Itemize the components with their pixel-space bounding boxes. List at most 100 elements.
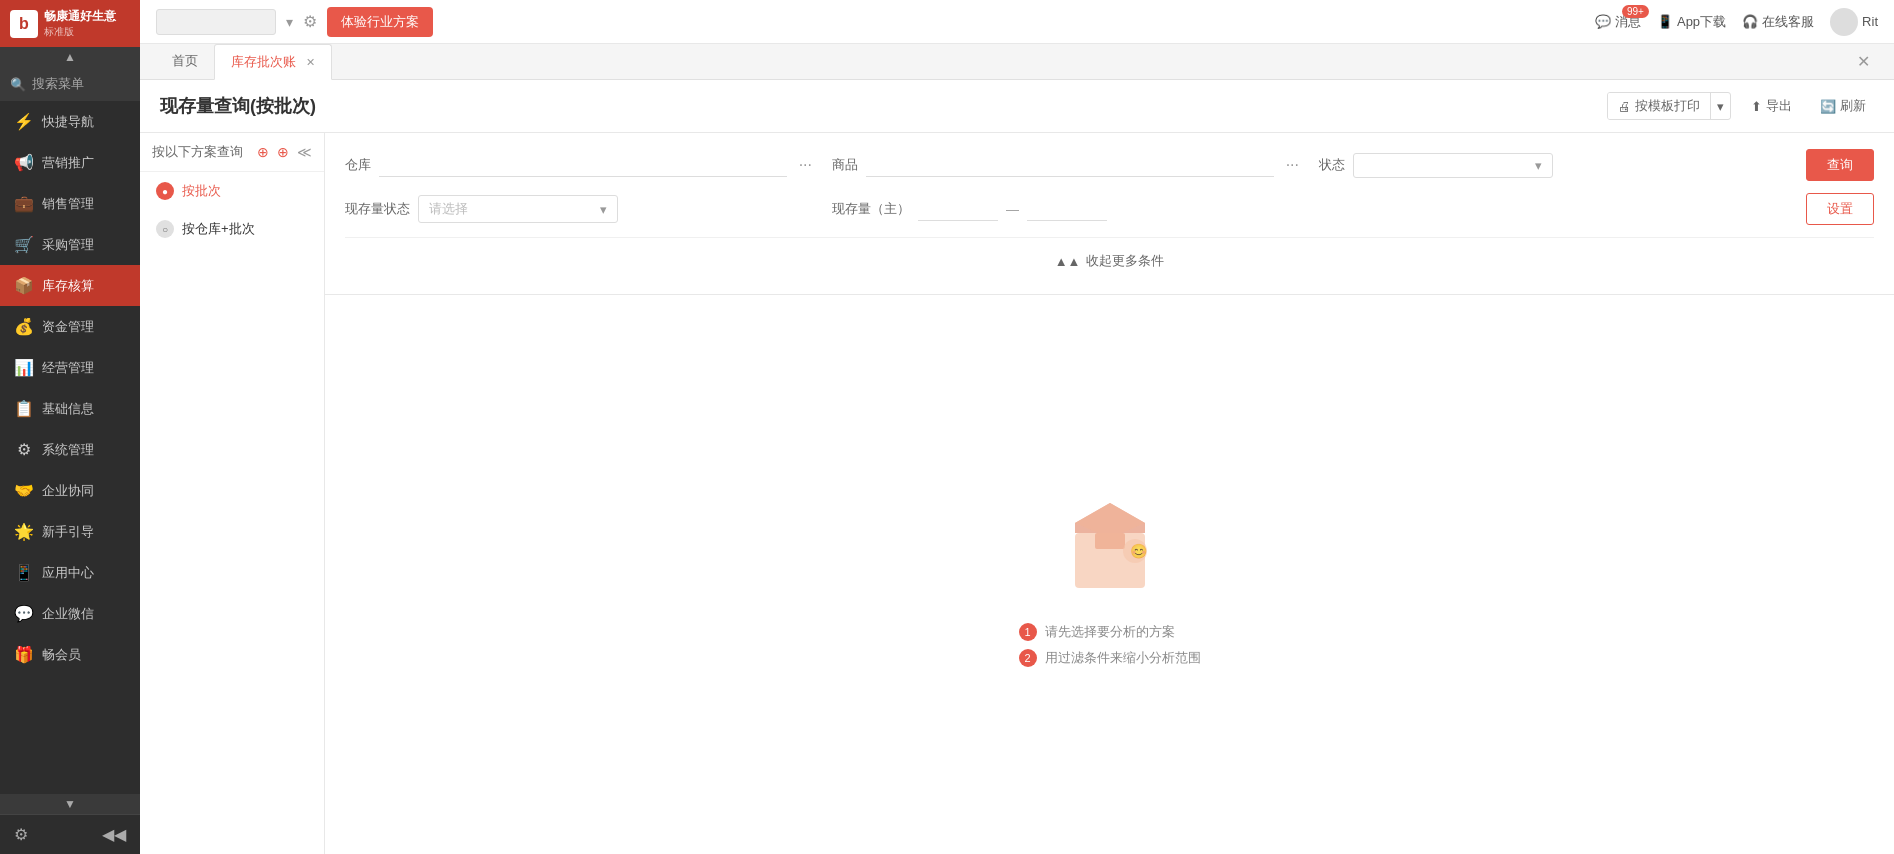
tab-home[interactable]: 首页 — [156, 44, 214, 80]
sidebar-item-purchase[interactable]: 🛒 采购管理 — [0, 224, 140, 265]
online-service-btn[interactable]: 🎧 在线客服 — [1742, 13, 1814, 31]
sidebar-edition: 标准版 — [44, 25, 116, 39]
inventory-qty-filter: 现存量（主） — — [832, 197, 1303, 221]
operations-icon: 📊 — [14, 358, 34, 377]
purchase-icon: 🛒 — [14, 235, 34, 254]
sidebar-item-inventory[interactable]: 📦 库存核算 — [0, 265, 140, 306]
left-panel-icons: ⊕ ⊕ ≪ — [257, 144, 312, 160]
warehouse-input[interactable] — [379, 153, 787, 177]
sidebar-item-label: 经营管理 — [42, 359, 94, 377]
newbie-icon: 🌟 — [14, 522, 34, 541]
sidebar-scroll-down[interactable]: ▼ — [0, 794, 140, 814]
step-num-2: 2 — [1019, 649, 1037, 667]
step-num-1: 1 — [1019, 623, 1037, 641]
print-icon: 🖨 — [1618, 99, 1631, 114]
page-header: 现存量查询(按批次) 🖨 按模板打印 ▾ ⬆ 导出 🔄 刷新 — [140, 80, 1894, 133]
sidebar-item-shortcut[interactable]: ⚡ 快捷导航 — [0, 101, 140, 142]
sidebar-item-sales[interactable]: 💼 销售管理 — [0, 183, 140, 224]
sidebar-item-enterprise[interactable]: 🤝 企业协同 — [0, 470, 140, 511]
collapse-label: 收起更多条件 — [1086, 252, 1164, 270]
status-select[interactable]: ▾ — [1353, 153, 1553, 178]
inventory-qty-to[interactable] — [1027, 197, 1107, 221]
tab-batch-account[interactable]: 库存批次账 ✕ — [214, 44, 332, 80]
breadcrumb-input[interactable] — [156, 9, 276, 35]
sidebar-item-appstore[interactable]: 📱 应用中心 — [0, 552, 140, 593]
sidebar-title-block: 畅康通好生意 标准版 — [44, 8, 116, 39]
shortcut-icon: ⚡ — [14, 112, 34, 131]
sidebar-item-basic-info[interactable]: 📋 基础信息 — [0, 388, 140, 429]
sidebar-item-finance[interactable]: 💰 资金管理 — [0, 306, 140, 347]
inventory-qty-range: — — [918, 197, 1107, 221]
topbar-gear-icon[interactable]: ⚙ — [303, 12, 317, 31]
refresh-btn[interactable]: 🔄 刷新 — [1812, 93, 1874, 119]
collapse-filter-btn[interactable]: ▲▲ 收起更多条件 — [345, 244, 1874, 278]
plan-item-batch[interactable]: ● 按批次 — [140, 172, 324, 210]
sidebar-item-marketing[interactable]: 📢 营销推广 — [0, 142, 140, 183]
sidebar-scroll-up[interactable]: ▲ — [0, 47, 140, 67]
sidebar-item-label: 系统管理 — [42, 441, 94, 459]
status-label: 状态 — [1319, 156, 1345, 174]
warehouse-label: 仓库 — [345, 156, 371, 174]
sidebar-item-system[interactable]: ⚙ 系统管理 — [0, 429, 140, 470]
tab-batch-label: 库存批次账 — [231, 53, 296, 71]
search-label: 搜索菜单 — [32, 75, 84, 93]
warehouse-more-icon[interactable]: ··· — [795, 156, 816, 174]
topbar: ▾ ⚙ 体验行业方案 💬 消息 99+ 📱 App下载 🎧 在线客服 Rit — [140, 0, 1894, 44]
empty-step-2: 2 用过滤条件来缩小分析范围 — [1019, 649, 1201, 667]
close-panel-btn[interactable]: ✕ — [1849, 52, 1878, 71]
settings-button[interactable]: 设置 — [1806, 193, 1874, 225]
left-panel-title: 按以下方案查询 — [152, 143, 243, 161]
sidebar-bottom: ⚙ ◀◀ — [0, 814, 140, 854]
search-icon: 🔍 — [10, 77, 26, 92]
empty-illustration: 😊 — [1050, 483, 1170, 603]
warehouse-filter: 仓库 ··· — [345, 153, 816, 177]
print-btn[interactable]: 🖨 按模板打印 — [1608, 93, 1711, 119]
left-panel: 按以下方案查询 ⊕ ⊕ ≪ ● 按批次 ○ 按仓库+批次 — [140, 133, 325, 854]
print-arrow-icon[interactable]: ▾ — [1711, 95, 1730, 118]
product-input[interactable] — [866, 153, 1274, 177]
sidebar-item-newbie[interactable]: 🌟 新手引导 — [0, 511, 140, 552]
step-2-text: 用过滤条件来缩小分析范围 — [1045, 649, 1201, 667]
experience-btn[interactable]: 体验行业方案 — [327, 7, 433, 37]
collapse-left-icon[interactable]: ≪ — [297, 144, 312, 160]
sidebar-item-operations[interactable]: 📊 经营管理 — [0, 347, 140, 388]
inventory-status-select[interactable]: 请选择 ▾ — [418, 195, 618, 223]
empty-steps: 1 请先选择要分析的方案 2 用过滤条件来缩小分析范围 — [1019, 623, 1201, 667]
inventory-qty-from[interactable] — [918, 197, 998, 221]
sidebar-item-member[interactable]: 🎁 畅会员 — [0, 634, 140, 675]
app-download-btn[interactable]: 📱 App下载 — [1657, 13, 1726, 31]
settings-plan-icon[interactable]: ⊕ — [277, 144, 289, 160]
enterprise-icon: 🤝 — [14, 481, 34, 500]
export-icon: ⬆ — [1751, 99, 1762, 114]
plan-label-warehouse-batch: 按仓库+批次 — [182, 220, 255, 238]
export-btn[interactable]: ⬆ 导出 — [1743, 93, 1800, 119]
sidebar-header: b 畅康通好生意 标准版 — [0, 0, 140, 47]
left-panel-header: 按以下方案查询 ⊕ ⊕ ≪ — [140, 133, 324, 172]
sidebar-item-label: 库存核算 — [42, 277, 94, 295]
refresh-icon: 🔄 — [1820, 99, 1836, 114]
tab-close-icon[interactable]: ✕ — [306, 56, 315, 69]
plan-item-warehouse-batch[interactable]: ○ 按仓库+批次 — [140, 210, 324, 248]
product-more-icon[interactable]: ··· — [1282, 156, 1303, 174]
sidebar-item-label: 应用中心 — [42, 564, 94, 582]
message-icon: 💬 — [1595, 14, 1611, 29]
sidebar-item-label: 销售管理 — [42, 195, 94, 213]
query-button[interactable]: 查询 — [1806, 149, 1874, 181]
username-label: Rit — [1862, 14, 1878, 29]
svg-rect-3 — [1095, 533, 1125, 549]
refresh-label: 刷新 — [1840, 97, 1866, 115]
plan-label-batch: 按批次 — [182, 182, 221, 200]
sidebar-item-wechat[interactable]: 💬 企业微信 — [0, 593, 140, 634]
user-avatar-area[interactable]: Rit — [1830, 8, 1878, 36]
sidebar-item-label: 快捷导航 — [42, 113, 94, 131]
inventory-icon: 📦 — [14, 276, 34, 295]
avatar — [1830, 8, 1858, 36]
settings-bottom-icon[interactable]: ⚙ — [14, 825, 28, 844]
add-plan-icon[interactable]: ⊕ — [257, 144, 269, 160]
collapse-sidebar-icon[interactable]: ◀◀ — [102, 825, 126, 844]
sidebar-search[interactable]: 🔍 搜索菜单 — [0, 67, 140, 101]
plan-dot-red: ● — [156, 182, 174, 200]
message-btn[interactable]: 💬 消息 99+ — [1595, 13, 1641, 31]
export-label: 导出 — [1766, 97, 1792, 115]
breadcrumb-chevron-icon[interactable]: ▾ — [286, 14, 293, 30]
